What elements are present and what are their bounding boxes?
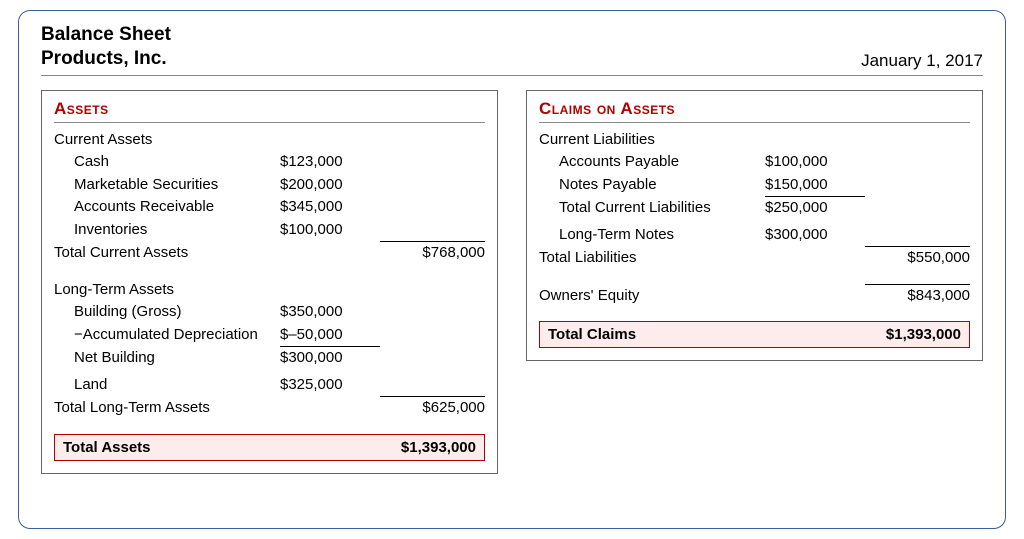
total-claims-row: Total Claims $1,393,000 (539, 321, 970, 348)
current-assets-heading: Current Assets (54, 129, 280, 152)
accumulated-depreciation-label: −Accumulated Depreciation (54, 324, 280, 347)
total-assets-row: Total Assets $1,393,000 (54, 434, 485, 461)
land-label: Land (54, 374, 280, 397)
long-term-assets-heading: Long-Term Assets (54, 279, 280, 302)
balance-sheet-container: Balance Sheet Products, Inc. January 1, … (18, 10, 1006, 529)
owners-equity-value: $843,000 (865, 285, 970, 308)
notes-payable-value: $150,000 (765, 174, 865, 198)
accounts-payable-label: Accounts Payable (539, 151, 765, 174)
inventories-value: $100,000 (280, 219, 380, 242)
total-current-liabilities-label: Total Current Liabilities (539, 197, 765, 220)
net-building-value: $300,000 (280, 347, 380, 370)
accumulated-depreciation-value: $–50,000 (280, 324, 380, 348)
long-term-notes-label: Long-Term Notes (539, 224, 765, 247)
cash-label: Cash (54, 151, 280, 174)
cash-value: $123,000 (280, 151, 380, 174)
total-claims-value: $1,393,000 (886, 326, 961, 343)
assets-title: Assets (54, 99, 485, 123)
title-line-2: Products, Inc. (41, 47, 171, 71)
marketable-securities-value: $200,000 (280, 174, 380, 197)
accounts-receivable-value: $345,000 (280, 196, 380, 219)
claims-card: Claims on Assets Current Liabilities Acc… (526, 90, 983, 362)
total-liabilities-label: Total Liabilities (539, 247, 765, 270)
total-liabilities-value: $550,000 (865, 247, 970, 270)
header-title: Balance Sheet Products, Inc. (41, 23, 171, 71)
total-long-term-assets-value: $625,000 (380, 397, 485, 420)
land-value: $325,000 (280, 374, 380, 397)
header-date: January 1, 2017 (861, 51, 983, 71)
total-current-assets-label: Total Current Assets (54, 242, 280, 265)
total-current-liabilities-value: $250,000 (765, 197, 865, 220)
total-long-term-assets-label: Total Long-Term Assets (54, 397, 280, 420)
building-gross-label: Building (Gross) (54, 301, 280, 324)
net-building-label: Net Building (54, 347, 280, 370)
owners-equity-label: Owners' Equity (539, 285, 765, 308)
accounts-receivable-label: Accounts Receivable (54, 196, 280, 219)
inventories-label: Inventories (54, 219, 280, 242)
accounts-payable-value: $100,000 (765, 151, 865, 174)
notes-payable-label: Notes Payable (539, 174, 765, 197)
building-gross-value: $350,000 (280, 301, 380, 324)
marketable-securities-label: Marketable Securities (54, 174, 280, 197)
total-current-assets-value: $768,000 (380, 242, 485, 265)
current-liabilities-heading: Current Liabilities (539, 129, 765, 152)
title-line-1: Balance Sheet (41, 23, 171, 47)
assets-card: Assets Current Assets Cash $123,000 Mark… (41, 90, 498, 474)
header: Balance Sheet Products, Inc. January 1, … (41, 23, 983, 76)
long-term-notes-value: $300,000 (765, 224, 865, 247)
claims-title: Claims on Assets (539, 99, 970, 123)
total-assets-label: Total Assets (63, 439, 401, 456)
total-claims-label: Total Claims (548, 326, 886, 343)
total-assets-value: $1,393,000 (401, 439, 476, 456)
